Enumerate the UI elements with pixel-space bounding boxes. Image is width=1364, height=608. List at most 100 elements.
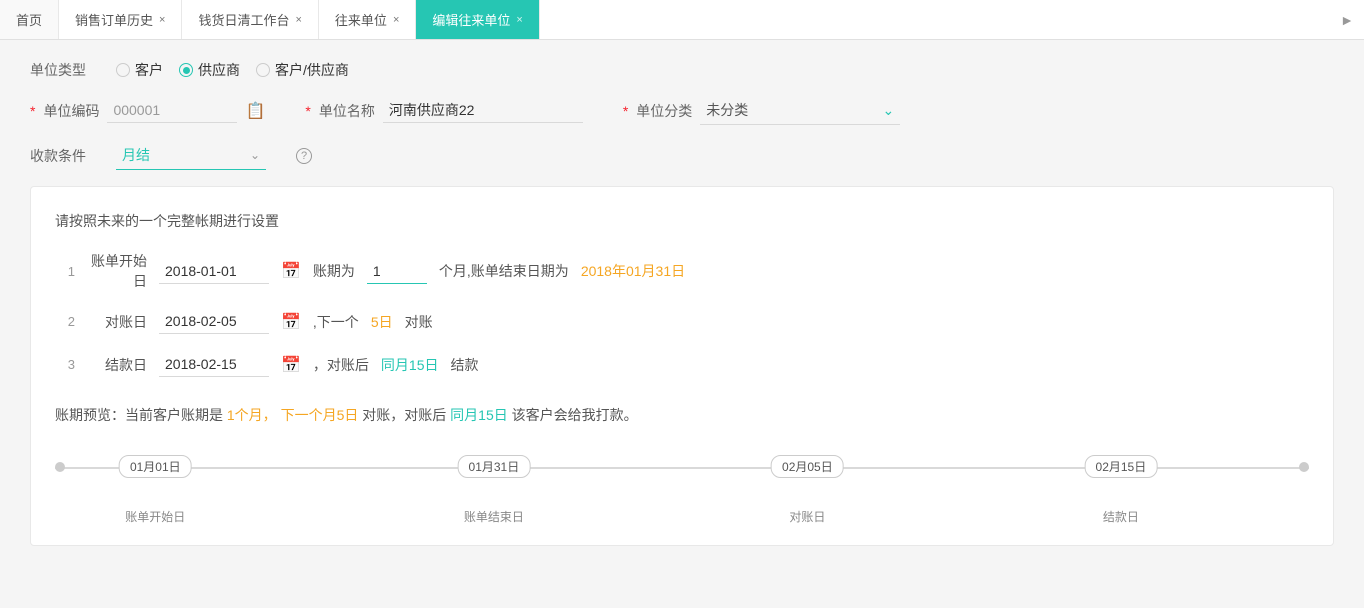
settings-card: 请按照未来的一个完整帐期进行设置 1 账单开始日 📅 账期为 个月,账单结束日期… <box>30 186 1334 546</box>
tab-home[interactable]: 首页 <box>0 0 59 39</box>
unit-code-copy-icon[interactable]: 📋 <box>245 101 265 121</box>
payment-terms-value: 月结 <box>122 145 244 165</box>
setting-row-3: 3 结款日 📅 ，对账后 同月15日 结款 <box>55 352 1309 377</box>
timeline-node-2: 01月31日 账单结束日 <box>458 455 531 525</box>
tab-sales-history-close[interactable]: × <box>159 14 165 26</box>
tab-bar: 首页 销售订单历史 × 钱货日清工作台 × 往来单位 × 编辑往来单位 × ► <box>0 0 1364 40</box>
tab-home-label: 首页 <box>16 10 42 29</box>
setting-row-2: 2 对账日 📅 ,下一个 5日 对账 <box>55 309 1309 334</box>
radio-supplier[interactable]: 供应商 <box>179 60 240 80</box>
period-unit: 个月,账单结束日期为 <box>439 261 569 281</box>
period-input[interactable] <box>367 259 427 284</box>
timeline-dot-right <box>1299 462 1309 472</box>
recon-desc-suffix: 对账 <box>405 312 433 332</box>
timeline-pill-2: 01月31日 <box>458 455 531 478</box>
settle-day-highlight: 同月15日 <box>381 355 439 375</box>
row-num-1: 1 <box>55 264 75 279</box>
timeline-label-4: 结款日 <box>1103 508 1139 525</box>
tab-partners-close[interactable]: × <box>393 14 399 26</box>
setting-row-1: 1 账单开始日 📅 账期为 个月,账单结束日期为 2018年01月31日 <box>55 251 1309 291</box>
timeline-pill-3: 02月05日 <box>771 455 844 478</box>
required-star-code: * <box>30 103 35 119</box>
radio-customer-label: 客户 <box>135 60 163 80</box>
preview-end: 该客户会给我打款。 <box>512 407 638 423</box>
timeline-label-1: 账单开始日 <box>125 508 185 525</box>
timeline-label-2: 账单结束日 <box>464 508 524 525</box>
unit-code-group: * 单位编码 📋 <box>30 98 265 123</box>
radio-both-label: 客户/供应商 <box>275 60 349 80</box>
row-num-2: 2 <box>55 314 75 329</box>
help-icon-payment[interactable]: ? <box>296 148 312 164</box>
row-type-2: 对账日 <box>87 312 147 332</box>
recon-day-highlight: 5日 <box>371 312 393 332</box>
unit-category-select[interactable]: 未分类 ⌄ <box>700 96 900 125</box>
timeline-node-3: 02月05日 对账日 <box>771 455 844 525</box>
unit-code-input[interactable] <box>107 98 237 123</box>
tab-partners-label: 往来单位 <box>335 10 387 29</box>
row-type-3: 结款日 <box>87 355 147 375</box>
settle-desc-prefix: ，对账后 <box>313 355 369 375</box>
tab-cash-workbench-close[interactable]: × <box>295 14 301 26</box>
row-type-1: 账单开始日 <box>87 251 147 291</box>
settle-date-calendar[interactable]: 📅 <box>281 355 301 375</box>
tab-sales-history-label: 销售订单历史 <box>75 10 153 29</box>
unit-name-input[interactable] <box>383 98 583 123</box>
required-star-name: * <box>305 103 310 119</box>
unit-category-arrow: ⌄ <box>883 102 895 119</box>
payment-terms-chevron: ⌄ <box>250 148 260 162</box>
tab-sales-history[interactable]: 销售订单历史 × <box>59 0 182 39</box>
settle-date-input[interactable] <box>159 352 269 377</box>
timeline-label-3: 对账日 <box>789 508 825 525</box>
radio-customer-circle <box>116 63 130 77</box>
payment-terms-select[interactable]: 月结 ⌄ <box>116 141 266 170</box>
timeline: 01月01日 账单开始日 01月31日 账单结束日 02月05日 对账日 02月… <box>55 455 1309 525</box>
recon-date-calendar[interactable]: 📅 <box>281 312 301 332</box>
radio-group-unit-type: 客户 供应商 客户/供应商 <box>116 60 349 80</box>
tab-edit-partner-close[interactable]: × <box>516 14 522 26</box>
unit-name-label: 单位名称 <box>319 101 375 121</box>
preview-section: 账期预览：当前客户账期是 1个月， 下一个月5日 对账，对账后 同月15日 该客… <box>55 395 1309 425</box>
tab-partners[interactable]: 往来单位 × <box>319 0 416 39</box>
settle-desc-suffix: 结款 <box>451 355 479 375</box>
preview-settle: 同月15日 <box>450 407 508 423</box>
unit-type-row: 单位类型 客户 供应商 客户/供应商 <box>30 60 1334 80</box>
tab-scroll-right[interactable]: ► <box>1330 0 1364 39</box>
unit-category-group: * 单位分类 未分类 ⌄ <box>623 96 900 125</box>
start-date-calendar[interactable]: 📅 <box>281 261 301 281</box>
radio-supplier-label: 供应商 <box>198 60 240 80</box>
unit-fields-row: * 单位编码 📋 * 单位名称 * 单位分类 未分类 ⌄ <box>30 96 1334 125</box>
unit-category-label: 单位分类 <box>636 101 692 121</box>
timeline-pill-4: 02月15日 <box>1085 455 1158 478</box>
unit-name-group: * 单位名称 <box>305 98 582 123</box>
card-instruction: 请按照未来的一个完整帐期进行设置 <box>55 211 1309 231</box>
timeline-pill-1: 01月01日 <box>119 455 192 478</box>
radio-customer[interactable]: 客户 <box>116 60 163 80</box>
preview-mid: 对账，对账后 <box>362 407 446 423</box>
preview-label: 账期预览：当前客户账期是 <box>55 407 223 423</box>
timeline-dot-left <box>55 462 65 472</box>
start-date-input[interactable] <box>159 259 269 284</box>
required-star-cat: * <box>623 103 628 119</box>
tab-cash-workbench[interactable]: 钱货日清工作台 × <box>182 0 318 39</box>
preview-period: 1个月， <box>227 407 277 423</box>
recon-desc-prefix: ,下一个 <box>313 312 359 332</box>
period-end-date: 2018年01月31日 <box>581 261 685 281</box>
payment-terms-label: 收款条件 <box>30 146 86 166</box>
payment-terms-row: 收款条件 月结 ⌄ ? <box>30 141 1334 170</box>
unit-category-value: 未分类 <box>706 100 876 120</box>
preview-recon: 下一个月5日 <box>281 407 359 423</box>
radio-both-circle <box>256 63 270 77</box>
tab-edit-partner-label: 编辑往来单位 <box>432 10 510 29</box>
page-content: 单位类型 客户 供应商 客户/供应商 * 单位编码 📋 * <box>0 40 1364 608</box>
period-label-prefix: 账期为 <box>313 261 355 281</box>
timeline-node-1: 01月01日 账单开始日 <box>119 455 192 525</box>
unit-type-label: 单位类型 <box>30 60 86 80</box>
timeline-node-4: 02月15日 结款日 <box>1085 455 1158 525</box>
unit-code-label: 单位编码 <box>43 101 99 121</box>
recon-date-input[interactable] <box>159 309 269 334</box>
tab-cash-workbench-label: 钱货日清工作台 <box>198 10 289 29</box>
radio-both[interactable]: 客户/供应商 <box>256 60 349 80</box>
radio-supplier-circle <box>179 63 193 77</box>
tab-edit-partner[interactable]: 编辑往来单位 × <box>416 0 539 39</box>
row-num-3: 3 <box>55 357 75 372</box>
